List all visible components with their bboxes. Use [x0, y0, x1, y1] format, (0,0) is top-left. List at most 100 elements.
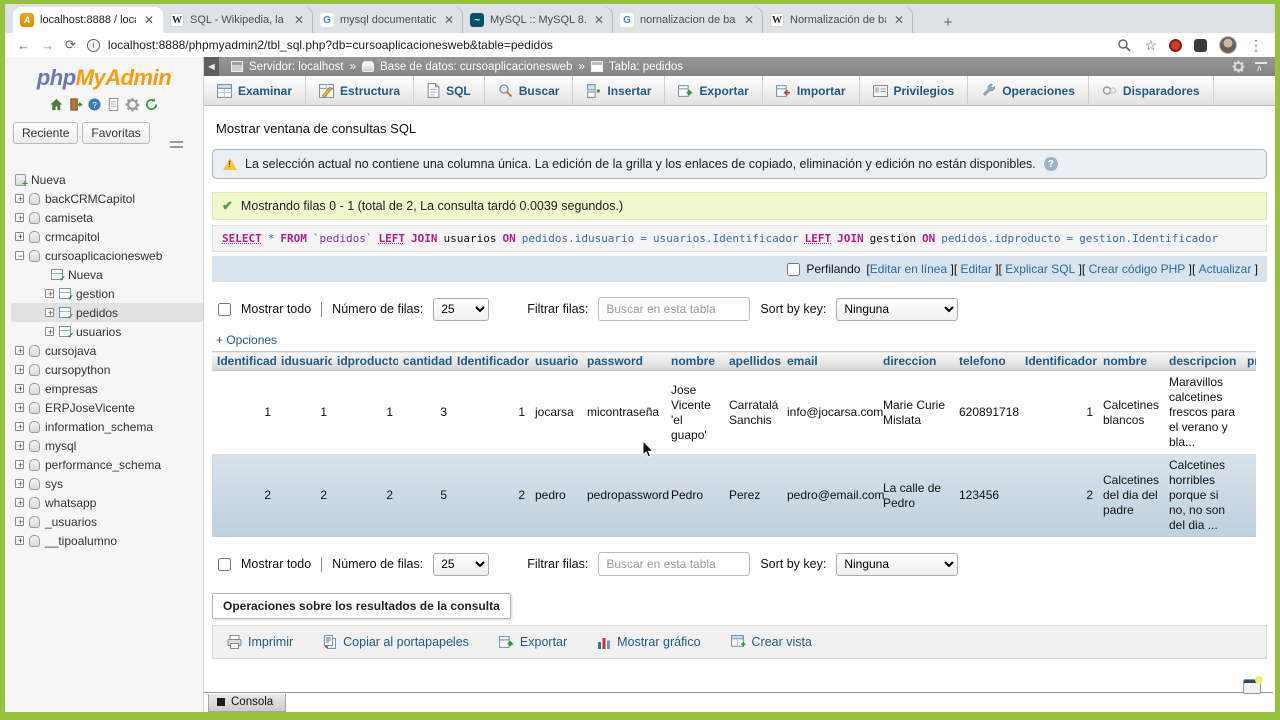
column-header[interactable]: direccion	[878, 351, 954, 371]
tree-item-database[interactable]: cursojava	[11, 341, 203, 360]
tree-item-database[interactable]: ERPJoseVicente	[11, 398, 203, 417]
show-query-window-link[interactable]: Mostrar ventana de consultas SQL	[216, 121, 1267, 136]
column-header[interactable]: idusuario	[276, 351, 332, 371]
scroll-top-button[interactable]	[1243, 676, 1263, 694]
expand-icon[interactable]	[15, 515, 25, 529]
sidebar-collapse-button[interactable]: ◄	[204, 57, 219, 76]
tab-buscar[interactable]: Buscar	[485, 76, 574, 105]
browser-tab[interactable]: Normalización de bases de dat ✕	[763, 7, 913, 33]
query-action-link[interactable]: Crear código PHP	[1082, 262, 1192, 276]
tab-insertar[interactable]: Insertar	[573, 76, 666, 105]
expand-icon[interactable]	[45, 287, 55, 301]
query-action-link[interactable]: Editar en línea	[866, 262, 953, 276]
rows-count-select[interactable]: 25	[433, 552, 490, 576]
expand-icon[interactable]	[45, 325, 55, 339]
print-link[interactable]: Imprimir	[227, 635, 293, 649]
tree-item-table[interactable]: Nueva	[11, 265, 203, 284]
expand-icon[interactable]	[15, 534, 25, 548]
tab-close-icon[interactable]: ✕	[442, 13, 456, 27]
tree-item-database[interactable]: information_schema	[11, 417, 203, 436]
tab-close-icon[interactable]: ✕	[292, 13, 306, 27]
tree-item-database[interactable]: _usuarios	[11, 512, 203, 531]
expand-icon[interactable]	[15, 477, 25, 491]
recent-button[interactable]: Reciente	[13, 122, 79, 144]
column-header[interactable]: descripcion	[1164, 351, 1242, 371]
page-settings-gear-icon[interactable]	[1232, 60, 1245, 73]
show-chart-link[interactable]: Mostrar gráfico	[597, 635, 701, 649]
show-all-checkbox[interactable]	[218, 557, 231, 571]
zoom-icon[interactable]	[1117, 38, 1132, 53]
expand-icon[interactable]	[15, 420, 25, 434]
query-action-link[interactable]: Actualizar	[1192, 262, 1258, 276]
tree-item-database[interactable]: backCRMCapitol	[11, 189, 203, 208]
profile-avatar[interactable]	[1219, 36, 1237, 54]
docs-icon[interactable]	[106, 97, 121, 112]
table-row[interactable]: 22 25 2 pedro pedropassword Pedro Perez ped…	[212, 454, 1256, 537]
tab-close-icon[interactable]: ✕	[892, 13, 906, 27]
back-icon[interactable]: ←	[17, 38, 30, 53]
expand-page-icon[interactable]	[1255, 62, 1267, 74]
refresh-icon[interactable]	[144, 97, 159, 112]
extension-red-icon[interactable]	[1169, 38, 1182, 52]
logout-icon[interactable]	[68, 97, 83, 112]
tab-disparadores[interactable]: Disparadores	[1089, 76, 1214, 105]
filter-rows-input[interactable]	[598, 297, 751, 321]
tree-item-database[interactable]: sys	[11, 474, 203, 493]
expand-icon[interactable]	[15, 401, 25, 415]
tab-estructura[interactable]: Estructura	[306, 76, 415, 105]
browser-tab[interactable]: nornalizacion de bases de dato ✕	[613, 7, 763, 33]
breadcrumb-server[interactable]: Servidor: localhost	[249, 61, 344, 73]
console-toggle[interactable]: Consola	[208, 694, 287, 712]
query-action-link[interactable]: Editar	[954, 262, 999, 276]
tree-item-database-open[interactable]: cursoaplicacionesweb	[11, 246, 203, 265]
tree-item-database[interactable]: empresas	[11, 379, 203, 398]
home-icon[interactable]	[49, 97, 64, 112]
sort-key-select[interactable]: Ninguna	[836, 297, 959, 321]
column-header[interactable]: Identificador	[1020, 351, 1098, 371]
expand-icon[interactable]	[15, 382, 25, 396]
options-toggle-link[interactable]: + Opciones	[216, 333, 1267, 347]
column-header[interactable]: Identificador	[212, 351, 276, 371]
breadcrumb-table[interactable]: Tabla: pedidos	[609, 61, 683, 73]
table-row[interactable]: 11 13 1 jocarsa micontraseña Jose Vicente …	[212, 371, 1256, 455]
expand-icon[interactable]	[15, 439, 25, 453]
show-all-checkbox[interactable]	[218, 302, 231, 316]
help-icon[interactable]: ?	[87, 97, 102, 112]
extension-dark-icon[interactable]	[1194, 38, 1207, 52]
tree-item-database[interactable]: mysql	[11, 436, 203, 455]
expand-icon[interactable]	[15, 230, 25, 244]
site-info-icon[interactable]: i	[86, 38, 100, 52]
expand-icon[interactable]	[15, 363, 25, 377]
tab-importar[interactable]: Importar	[763, 76, 860, 105]
tab-examinar[interactable]: Examinar	[204, 76, 307, 105]
browser-tab[interactable]: localhost:8888 / localhost / cu ✕	[13, 7, 163, 33]
browser-tab[interactable]: MySQL :: MySQL 8.0 Referenc ✕	[463, 7, 613, 33]
pma-logo[interactable]: phpMyAdmin	[5, 65, 203, 91]
column-header[interactable]: nombre	[1098, 351, 1164, 371]
tree-item-database[interactable]: whatsapp	[11, 493, 203, 512]
tab-close-icon[interactable]: ✕	[592, 13, 606, 27]
expand-icon[interactable]	[45, 306, 55, 320]
profiling-checkbox[interactable]	[787, 262, 801, 276]
column-header[interactable]: telefono	[954, 351, 1020, 371]
create-view-link[interactable]: Crear vista	[730, 635, 812, 649]
sort-key-select[interactable]: Ninguna	[836, 552, 959, 576]
tab-exportar[interactable]: Exportar	[665, 76, 763, 105]
help-icon[interactable]: ?	[1043, 157, 1058, 171]
expand-icon[interactable]	[15, 344, 25, 358]
tree-item-database[interactable]: cursopython	[11, 360, 203, 379]
column-header[interactable]: usuario	[530, 351, 582, 371]
tab-operaciones[interactable]: Operaciones	[968, 76, 1089, 105]
column-header[interactable]: password	[582, 351, 666, 371]
column-header[interactable]: nombre	[666, 351, 724, 371]
column-header[interactable]: Identificador	[452, 351, 530, 371]
forward-icon[interactable]: →	[41, 38, 54, 53]
column-header[interactable]: idproducto	[332, 351, 398, 371]
url-bar[interactable]: i localhost:8888/phpmyadmin2/tbl_sql.php…	[86, 38, 1107, 52]
column-header[interactable]: cantidad	[398, 351, 452, 371]
query-action-link[interactable]: Explicar SQL	[999, 262, 1082, 276]
tree-item-database[interactable]: camiseta	[11, 208, 203, 227]
tab-sql[interactable]: SQL	[414, 76, 485, 105]
tab-privilegios[interactable]: Privilegios	[860, 76, 969, 105]
tree-item-new-database[interactable]: Nueva	[11, 170, 203, 190]
